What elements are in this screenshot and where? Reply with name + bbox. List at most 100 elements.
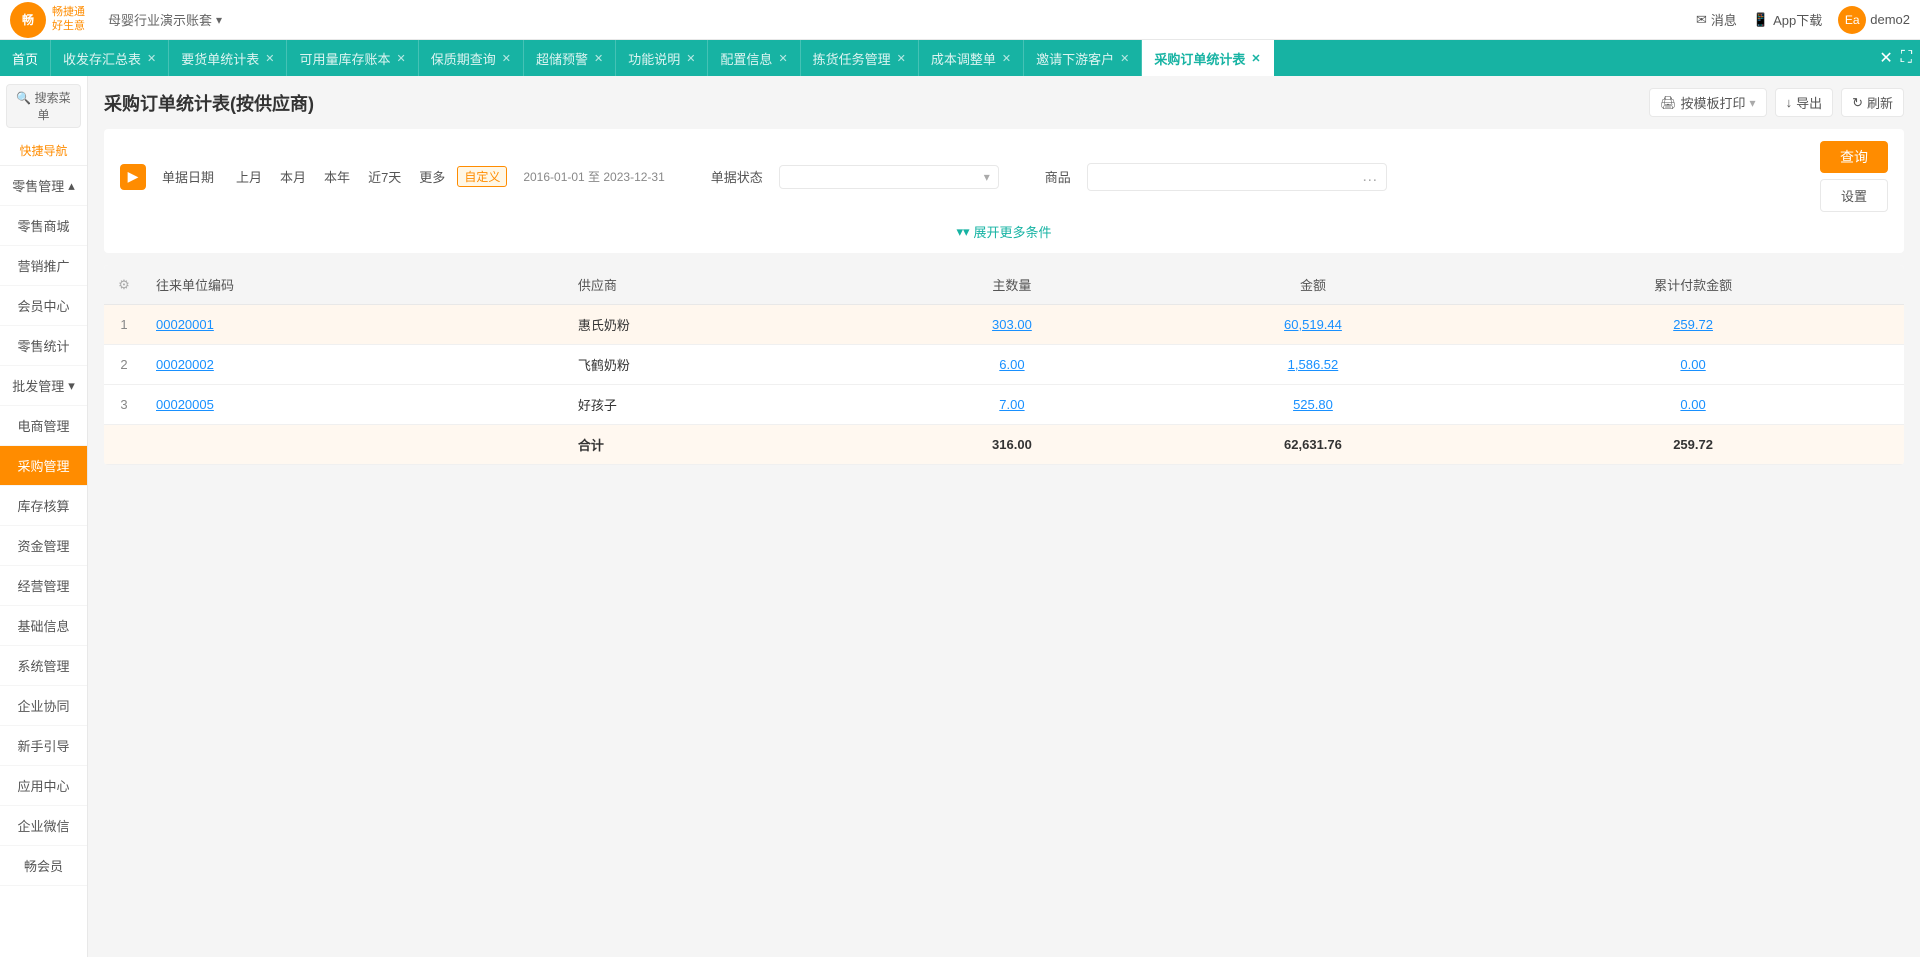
row-paid-1[interactable]: 259.72 [1482, 305, 1904, 345]
row-amount-2[interactable]: 1,586.52 [1144, 345, 1482, 385]
tab-keyong-close[interactable]: ✕ [397, 52, 406, 65]
sidebar-item-huiyuan[interactable]: 会员中心 [0, 286, 87, 326]
tab-pihuo-close[interactable]: ✕ [897, 52, 906, 65]
column-supplier: 供应商 [566, 265, 880, 305]
tab-baozhi-close[interactable]: ✕ [502, 52, 511, 65]
row-qty-3[interactable]: 7.00 [880, 385, 1144, 425]
row-paid-2[interactable]: 0.00 [1482, 345, 1904, 385]
tab-pihuo[interactable]: 拣货任务管理 ✕ [801, 40, 919, 76]
refresh-button[interactable]: ↻ 刷新 [1841, 88, 1904, 117]
sidebar-search-area: 🔍 搜索菜单 [0, 76, 87, 136]
tab-gongneng-label: 功能说明 [628, 49, 680, 68]
sidebar-item-lingshouguan[interactable]: 零售管理 ▴ [0, 166, 87, 206]
tab-keyong[interactable]: 可用量库存账本 ✕ [287, 40, 418, 76]
footer-paid: 259.72 [1482, 425, 1904, 465]
chevron-down-icon: ▾ [68, 378, 75, 394]
sidebar-item-yingxiao[interactable]: 营销推广 [0, 246, 87, 286]
tab-shoufa[interactable]: 收发存汇总表 ✕ [51, 40, 169, 76]
column-code: 往来单位编码 [144, 265, 566, 305]
sidebar-item-lingshoushangcheng[interactable]: 零售商城 [0, 206, 87, 246]
expand-icon: ▾▾ [956, 224, 969, 240]
user-avatar[interactable]: Ea demo2 [1838, 6, 1910, 34]
tab-peizhi-close[interactable]: ✕ [778, 52, 787, 65]
row-code-2[interactable]: 00020002 [144, 345, 566, 385]
tab-peizhi[interactable]: 配置信息 ✕ [708, 40, 800, 76]
sidebar-item-jichu[interactable]: 基础信息 [0, 606, 87, 646]
date-opt-last-month[interactable]: 上月 [230, 165, 268, 188]
expand-conditions-button[interactable]: ▾▾ 展开更多条件 [956, 222, 1051, 241]
message-button[interactable]: ✉ 消息 [1696, 10, 1737, 29]
sidebar-item-qiyexietong[interactable]: 企业协同 [0, 686, 87, 726]
table-footer-row: 合计 316.00 62,631.76 259.72 [104, 425, 1904, 465]
row-qty-2[interactable]: 6.00 [880, 345, 1144, 385]
refresh-icon: ↻ [1852, 95, 1863, 111]
row-code-3[interactable]: 00020005 [144, 385, 566, 425]
column-paid: 累计付款金额 [1482, 265, 1904, 305]
date-opt-more[interactable]: 更多 [413, 165, 451, 188]
date-opt-this-year[interactable]: 本年 [318, 165, 356, 188]
row-code-1[interactable]: 00020001 [144, 305, 566, 345]
sidebar-item-zijin[interactable]: 资金管理 [0, 526, 87, 566]
date-opt-this-month[interactable]: 本月 [274, 165, 312, 188]
sidebar-item-caigou[interactable]: 采购管理 [0, 446, 87, 486]
tab-gongneng-close[interactable]: ✕ [686, 52, 695, 65]
app-download-button[interactable]: 📱 App下载 [1753, 10, 1822, 29]
row-qty-1[interactable]: 303.00 [880, 305, 1144, 345]
search-menu-button[interactable]: 🔍 搜索菜单 [6, 84, 81, 128]
tab-maximize-button[interactable]: ⛶ [1901, 49, 1912, 67]
sidebar: 🔍 搜索菜单 快捷导航 零售管理 ▴ 零售商城 营销推广 会员中心 零售统计 批… [0, 76, 88, 957]
tab-chengben-close[interactable]: ✕ [1002, 52, 1011, 65]
table-row: 1 00020001 惠氏奶粉 303.00 60,519.44 259.72 [104, 305, 1904, 345]
sidebar-item-kucun[interactable]: 库存核算 [0, 486, 87, 526]
column-settings[interactable]: ⚙ [104, 265, 144, 305]
tab-baozhi-label: 保质期查询 [431, 49, 496, 68]
sidebar-item-yingyong[interactable]: 应用中心 [0, 766, 87, 806]
settings-button[interactable]: 设置 [1820, 179, 1888, 212]
tab-chengben[interactable]: 成本调整单 ✕ [919, 40, 1024, 76]
sidebar-item-dianshangg[interactable]: 电商管理 [0, 406, 87, 446]
chevron-down-icon: ▾ [216, 13, 222, 27]
tab-gongneng[interactable]: 功能说明 ✕ [616, 40, 708, 76]
row-amount-1[interactable]: 60,519.44 [1144, 305, 1482, 345]
tab-home[interactable]: 首页 [0, 40, 51, 76]
sidebar-quick-nav[interactable]: 快捷导航 [0, 136, 87, 166]
query-button[interactable]: 查询 [1820, 141, 1888, 173]
tab-shoufa-close[interactable]: ✕ [147, 52, 156, 65]
tab-caigou-close[interactable]: ✕ [1251, 52, 1260, 65]
workspace-selector[interactable]: 母婴行业演示账套 ▾ [108, 10, 1686, 29]
chevron-icon: ▴ [68, 178, 75, 194]
status-select[interactable]: ▾ [779, 165, 999, 189]
sidebar-item-lingshoutongji[interactable]: 零售统计 [0, 326, 87, 366]
filter-toggle-button[interactable]: ▶ [120, 164, 146, 190]
tab-yaoqing-close[interactable]: ✕ [1120, 52, 1129, 65]
sidebar-item-qiyeweixin[interactable]: 企业微信 [0, 806, 87, 846]
tab-shoufa-label: 收发存汇总表 [63, 49, 141, 68]
sidebar-item-changhui[interactable]: 畅会员 [0, 846, 87, 886]
tab-yaoqing-label: 邀请下游客户 [1036, 49, 1114, 68]
custom-date-tag[interactable]: 自定义 [457, 166, 507, 187]
tab-chaochuo-close[interactable]: ✕ [594, 52, 603, 65]
sidebar-item-jingying[interactable]: 经营管理 [0, 566, 87, 606]
export-button[interactable]: ↓ 导出 [1775, 88, 1834, 117]
date-opt-7days[interactable]: 近7天 [362, 165, 407, 188]
tab-yaoqing[interactable]: 邀请下游客户 ✕ [1024, 40, 1142, 76]
status-filter-label: 单据状态 [711, 167, 763, 186]
sidebar-item-pifa[interactable]: 批发管理 ▾ [0, 366, 87, 406]
row-paid-3[interactable]: 0.00 [1482, 385, 1904, 425]
sidebar-item-xinshou[interactable]: 新手引导 [0, 726, 87, 766]
row-amount-3[interactable]: 525.80 [1144, 385, 1482, 425]
page-title: 采购订单统计表(按供应商) [104, 90, 314, 116]
filter-row-1: ▶ 单据日期 上月 本月 本年 近7天 更多 自定义 2016-01-01 至 … [120, 141, 1888, 212]
tab-close-all-button[interactable]: ✕ [1879, 48, 1892, 68]
goods-select[interactable]: … [1087, 163, 1387, 191]
tab-caigou[interactable]: 采购订单统计表 ✕ [1142, 40, 1273, 76]
print-button[interactable]: 🖨 按模板打印 ▾ [1649, 88, 1767, 117]
row-index-3: 3 [104, 385, 144, 425]
tab-yaohuo[interactable]: 要货单统计表 ✕ [169, 40, 287, 76]
sidebar-item-xitong[interactable]: 系统管理 [0, 646, 87, 686]
tab-bar-actions: ✕ ⛶ [1871, 48, 1920, 68]
tab-chaochuo[interactable]: 超储预警 ✕ [524, 40, 616, 76]
tab-baozhi[interactable]: 保质期查询 ✕ [419, 40, 524, 76]
date-options: 上月 本月 本年 近7天 更多 自定义 [230, 165, 507, 188]
tab-yaohuo-close[interactable]: ✕ [265, 52, 274, 65]
